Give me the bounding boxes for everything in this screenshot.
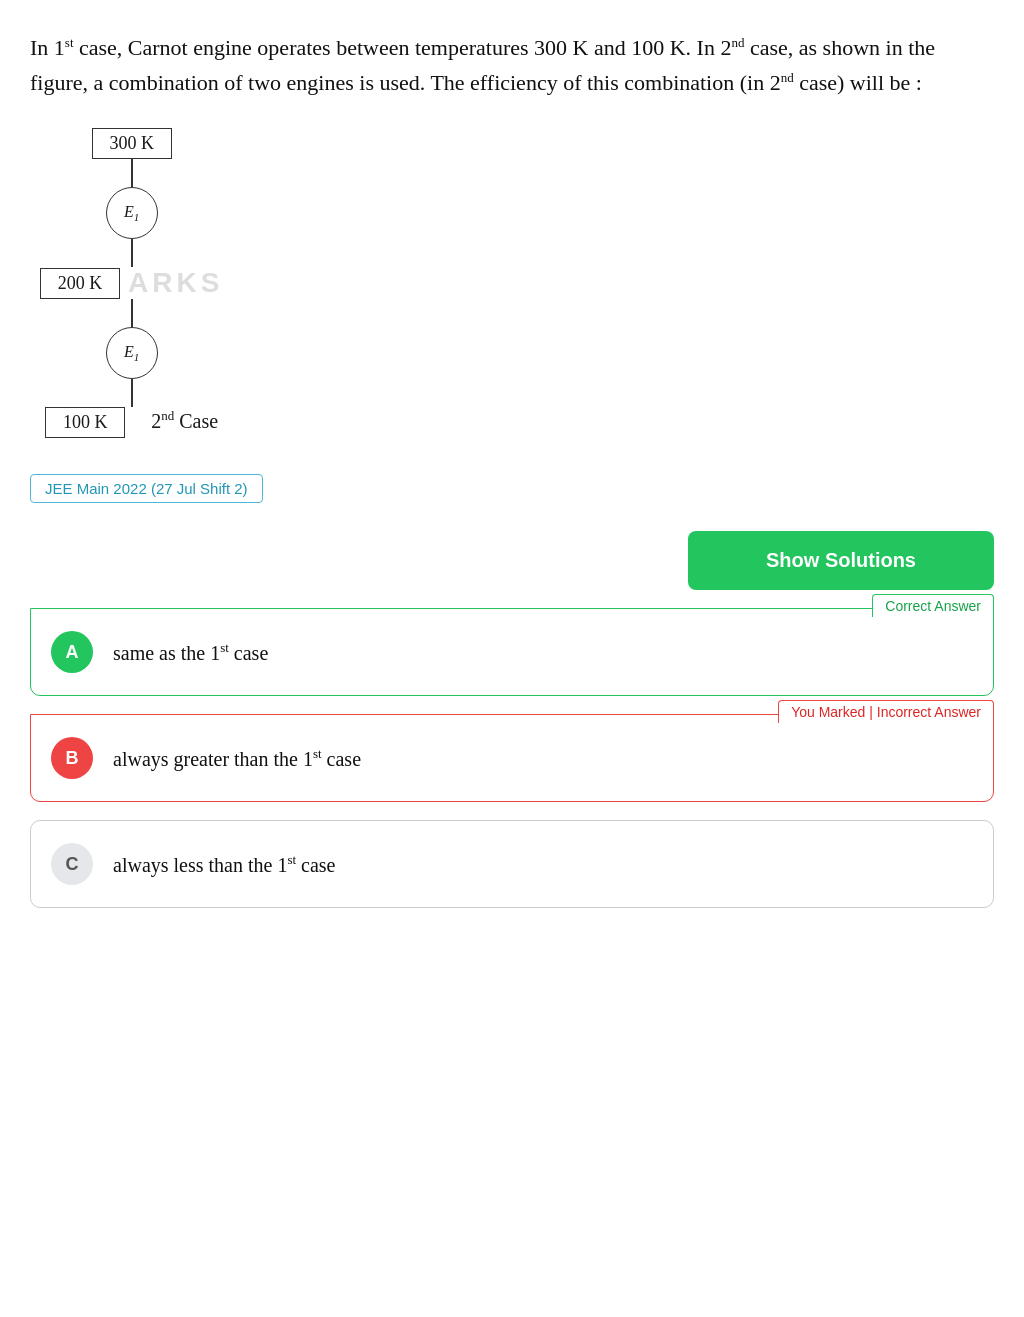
option-text-a: same as the 1st case [113,640,268,665]
connector-line-1 [131,159,133,187]
option-text-b: always greater than the 1st case [113,746,361,771]
connector-line-2 [131,239,133,267]
show-solutions-button[interactable]: Show Solutions [688,531,994,590]
diagram: 300 K E1 200 K ARKS E1 100 K 2nd Case [40,128,223,438]
diagram-container: 300 K E1 200 K ARKS E1 100 K 2nd Case [40,128,994,438]
option-wrapper-a: Correct Answer A same as the 1st case [30,608,994,696]
engine2-circle: E1 [106,327,158,379]
tag-row: JEE Main 2022 (27 Jul Shift 2) [30,474,994,503]
options-container: Correct Answer A same as the 1st case Yo… [30,608,994,926]
incorrect-answer-badge: You Marked | Incorrect Answer [778,700,994,723]
option-wrapper-b: You Marked | Incorrect Answer B always g… [30,714,994,802]
engine2-label: E1 [124,343,139,363]
bottom-temp-box: 100 K [45,407,125,438]
question-text: In 1st case, Carnot engine operates betw… [30,30,994,100]
watermark: ARKS [128,267,223,299]
engine1-circle: E1 [106,187,158,239]
option-card-a[interactable]: A same as the 1st case [30,608,994,696]
exam-tag: JEE Main 2022 (27 Jul Shift 2) [30,474,263,503]
engine1-label: E1 [124,203,139,223]
connector-line-4 [131,379,133,407]
connector-line-3 [131,299,133,327]
option-wrapper-c: C always less than the 1st case [30,820,994,908]
mid-temp-box: 200 K [40,268,120,299]
option-card-b[interactable]: B always greater than the 1st case [30,714,994,802]
show-solutions-row: Show Solutions [30,531,994,590]
case-label: 2nd Case [151,408,218,439]
option-card-c[interactable]: C always less than the 1st case [30,820,994,908]
option-bubble-b: B [51,737,93,779]
top-temp-box: 300 K [92,128,172,159]
option-bubble-c: C [51,843,93,885]
option-text-c: always less than the 1st case [113,852,336,877]
option-bubble-a: A [51,631,93,673]
correct-answer-badge: Correct Answer [872,594,994,617]
